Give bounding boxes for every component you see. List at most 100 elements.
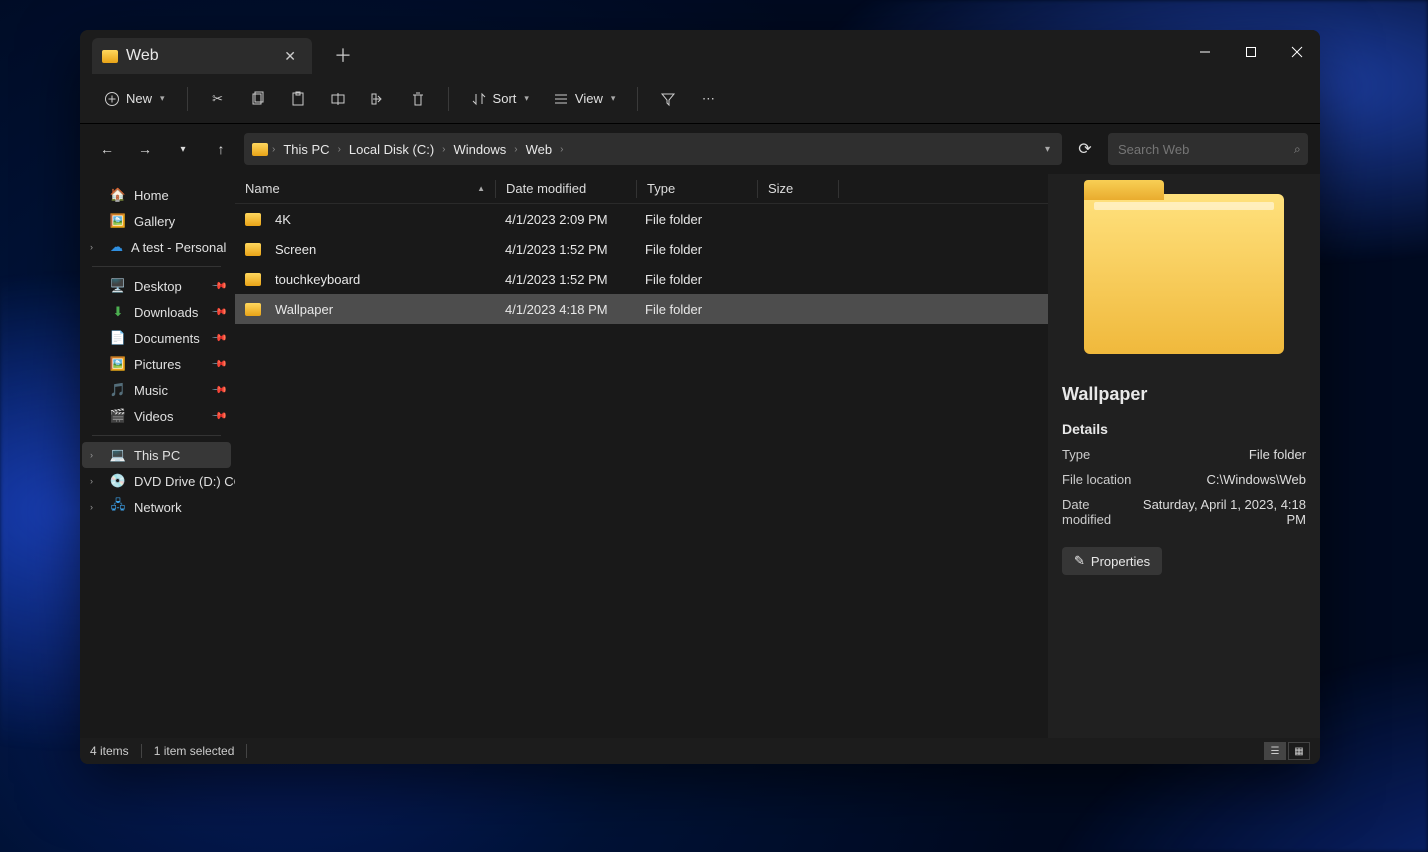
properties-button[interactable]: ✎ Properties xyxy=(1062,547,1162,575)
tab-title: Web xyxy=(126,47,159,65)
view-label: View xyxy=(575,91,603,106)
details-row-type: TypeFile folder xyxy=(1062,447,1306,462)
details-key: File location xyxy=(1062,472,1131,487)
sidebar-item-gallery[interactable]: 🖼️Gallery xyxy=(82,208,231,234)
cloud-icon: ☁ xyxy=(110,239,123,255)
search-box[interactable]: ⌕ xyxy=(1108,133,1308,165)
icons-view-button[interactable]: ▦ xyxy=(1288,742,1310,760)
up-button[interactable]: ↑ xyxy=(206,134,236,164)
pictures-icon: 🖼️ xyxy=(110,356,126,372)
chevron-down-icon: ▾ xyxy=(611,93,616,104)
minimize-button[interactable] xyxy=(1182,30,1228,74)
chevron-right-icon: › xyxy=(90,502,93,512)
file-row[interactable]: Wallpaper4/1/2023 4:18 PMFile folder xyxy=(235,294,1048,324)
details-value: File folder xyxy=(1249,447,1306,462)
file-name: Screen xyxy=(275,242,316,257)
file-name: Wallpaper xyxy=(275,302,333,317)
pin-icon: 📌 xyxy=(210,278,227,295)
file-name: 4K xyxy=(275,212,291,227)
sidebar-item-documents[interactable]: 📄Documents📌 xyxy=(82,325,231,351)
documents-icon: 📄 xyxy=(110,330,126,346)
sidebar-item-videos[interactable]: 🎬Videos📌 xyxy=(82,403,231,429)
sort-button[interactable]: Sort ▾ xyxy=(461,85,539,113)
address-dropdown[interactable]: ▾ xyxy=(1041,140,1054,159)
tab-web[interactable]: Web ✕ xyxy=(92,38,312,74)
details-value: Saturday, April 1, 2023, 4:18 PM xyxy=(1142,497,1306,527)
cut-button[interactable]: ✂ xyxy=(200,85,236,113)
pencil-icon: ✎ xyxy=(1074,553,1085,569)
sidebar-item-label: Network xyxy=(134,500,182,515)
column-label: Type xyxy=(647,181,675,196)
column-type[interactable]: Type xyxy=(637,181,757,196)
crumb-this-pc[interactable]: This PC xyxy=(279,140,333,159)
refresh-button[interactable]: ⟳ xyxy=(1070,134,1100,164)
column-size[interactable]: Size xyxy=(758,181,838,196)
recent-button[interactable]: ▾ xyxy=(168,134,198,164)
folder-icon xyxy=(252,143,268,156)
search-input[interactable] xyxy=(1118,142,1294,157)
paste-button[interactable] xyxy=(280,85,316,113)
file-row[interactable]: Screen 4/1/2023 1:52 PM File folder xyxy=(235,234,1048,264)
column-name[interactable]: Name▲ xyxy=(235,181,495,196)
sidebar-item-network[interactable]: ›🖧Network xyxy=(82,494,231,520)
sidebar-item-music[interactable]: 🎵Music📌 xyxy=(82,377,231,403)
more-icon: ⋯ xyxy=(700,91,716,107)
close-window-button[interactable] xyxy=(1274,30,1320,74)
back-button[interactable]: ← xyxy=(92,134,122,164)
file-row[interactable]: touchkeyboard4/1/2023 1:52 PMFile folder xyxy=(235,264,1048,294)
crumb-local-disk[interactable]: Local Disk (C:) xyxy=(345,140,438,159)
divider xyxy=(187,87,188,111)
home-icon: 🏠 xyxy=(110,187,126,203)
sidebar-item-label: Gallery xyxy=(134,214,175,229)
crumb-label: Web xyxy=(526,142,553,157)
pin-icon: 📌 xyxy=(210,382,227,399)
sidebar-item-home[interactable]: 🏠Home xyxy=(82,182,231,208)
details-key: Date modified xyxy=(1062,497,1132,527)
file-date: 4/1/2023 1:52 PM xyxy=(505,242,608,257)
view-icon xyxy=(553,91,569,107)
crumb-web[interactable]: Web xyxy=(522,140,557,159)
share-icon xyxy=(370,91,386,107)
delete-button[interactable] xyxy=(400,85,436,113)
chevron-right-icon: › xyxy=(272,144,275,155)
chevron-right-icon: › xyxy=(514,144,517,155)
sidebar-item-this-pc[interactable]: ›💻This PC xyxy=(82,442,231,468)
copy-button[interactable] xyxy=(240,85,276,113)
share-button[interactable] xyxy=(360,85,396,113)
details-value: C:\Windows\Web xyxy=(1207,472,1306,487)
new-button[interactable]: New ▾ xyxy=(94,85,175,113)
details-heading: Details xyxy=(1062,421,1306,437)
paste-icon xyxy=(290,91,306,107)
view-button[interactable]: View ▾ xyxy=(543,85,625,113)
details-view-button[interactable]: ☰ xyxy=(1264,742,1286,760)
sidebar-item-pictures[interactable]: 🖼️Pictures📌 xyxy=(82,351,231,377)
divider xyxy=(637,87,638,111)
sidebar-item-desktop[interactable]: 🖥️Desktop📌 xyxy=(82,273,231,299)
forward-button[interactable]: → xyxy=(130,134,160,164)
navigation-row: ← → ▾ ↑ › This PC › Local Disk (C:) › Wi… xyxy=(80,124,1320,174)
filter-button[interactable] xyxy=(650,85,686,113)
titlebar: Web ✕ ＋ xyxy=(80,30,1320,74)
column-date[interactable]: Date modified xyxy=(496,181,636,196)
close-icon xyxy=(1291,46,1303,58)
details-row-date: Date modified Saturday, April 1, 2023, 4:… xyxy=(1062,497,1306,527)
maximize-icon xyxy=(1245,46,1257,58)
crumb-windows[interactable]: Windows xyxy=(450,140,511,159)
tab-close-button[interactable]: ✕ xyxy=(278,46,302,67)
sidebar-item-dvd[interactable]: ›💿DVD Drive (D:) CCC xyxy=(82,468,231,494)
sidebar-item-onedrive[interactable]: ›☁A test - Personal xyxy=(82,234,231,260)
search-icon: ⌕ xyxy=(1294,142,1301,157)
file-type: File folder xyxy=(645,242,702,257)
rename-button[interactable] xyxy=(320,85,356,113)
sidebar-item-downloads[interactable]: ⬇Downloads📌 xyxy=(82,299,231,325)
new-tab-button[interactable]: ＋ xyxy=(324,36,362,74)
toolbar: New ▾ ✂ Sort ▾ View ▾ ⋯ xyxy=(80,74,1320,124)
delete-icon xyxy=(410,91,426,107)
divider xyxy=(92,266,221,267)
file-row[interactable]: 4K4/1/2023 2:09 PMFile folder xyxy=(235,204,1048,234)
pin-icon: 📌 xyxy=(210,304,227,321)
more-button[interactable]: ⋯ xyxy=(690,85,726,113)
maximize-button[interactable] xyxy=(1228,30,1274,74)
crumb-label: Local Disk (C:) xyxy=(349,142,434,157)
address-bar[interactable]: › This PC › Local Disk (C:) › Windows › … xyxy=(244,133,1062,165)
